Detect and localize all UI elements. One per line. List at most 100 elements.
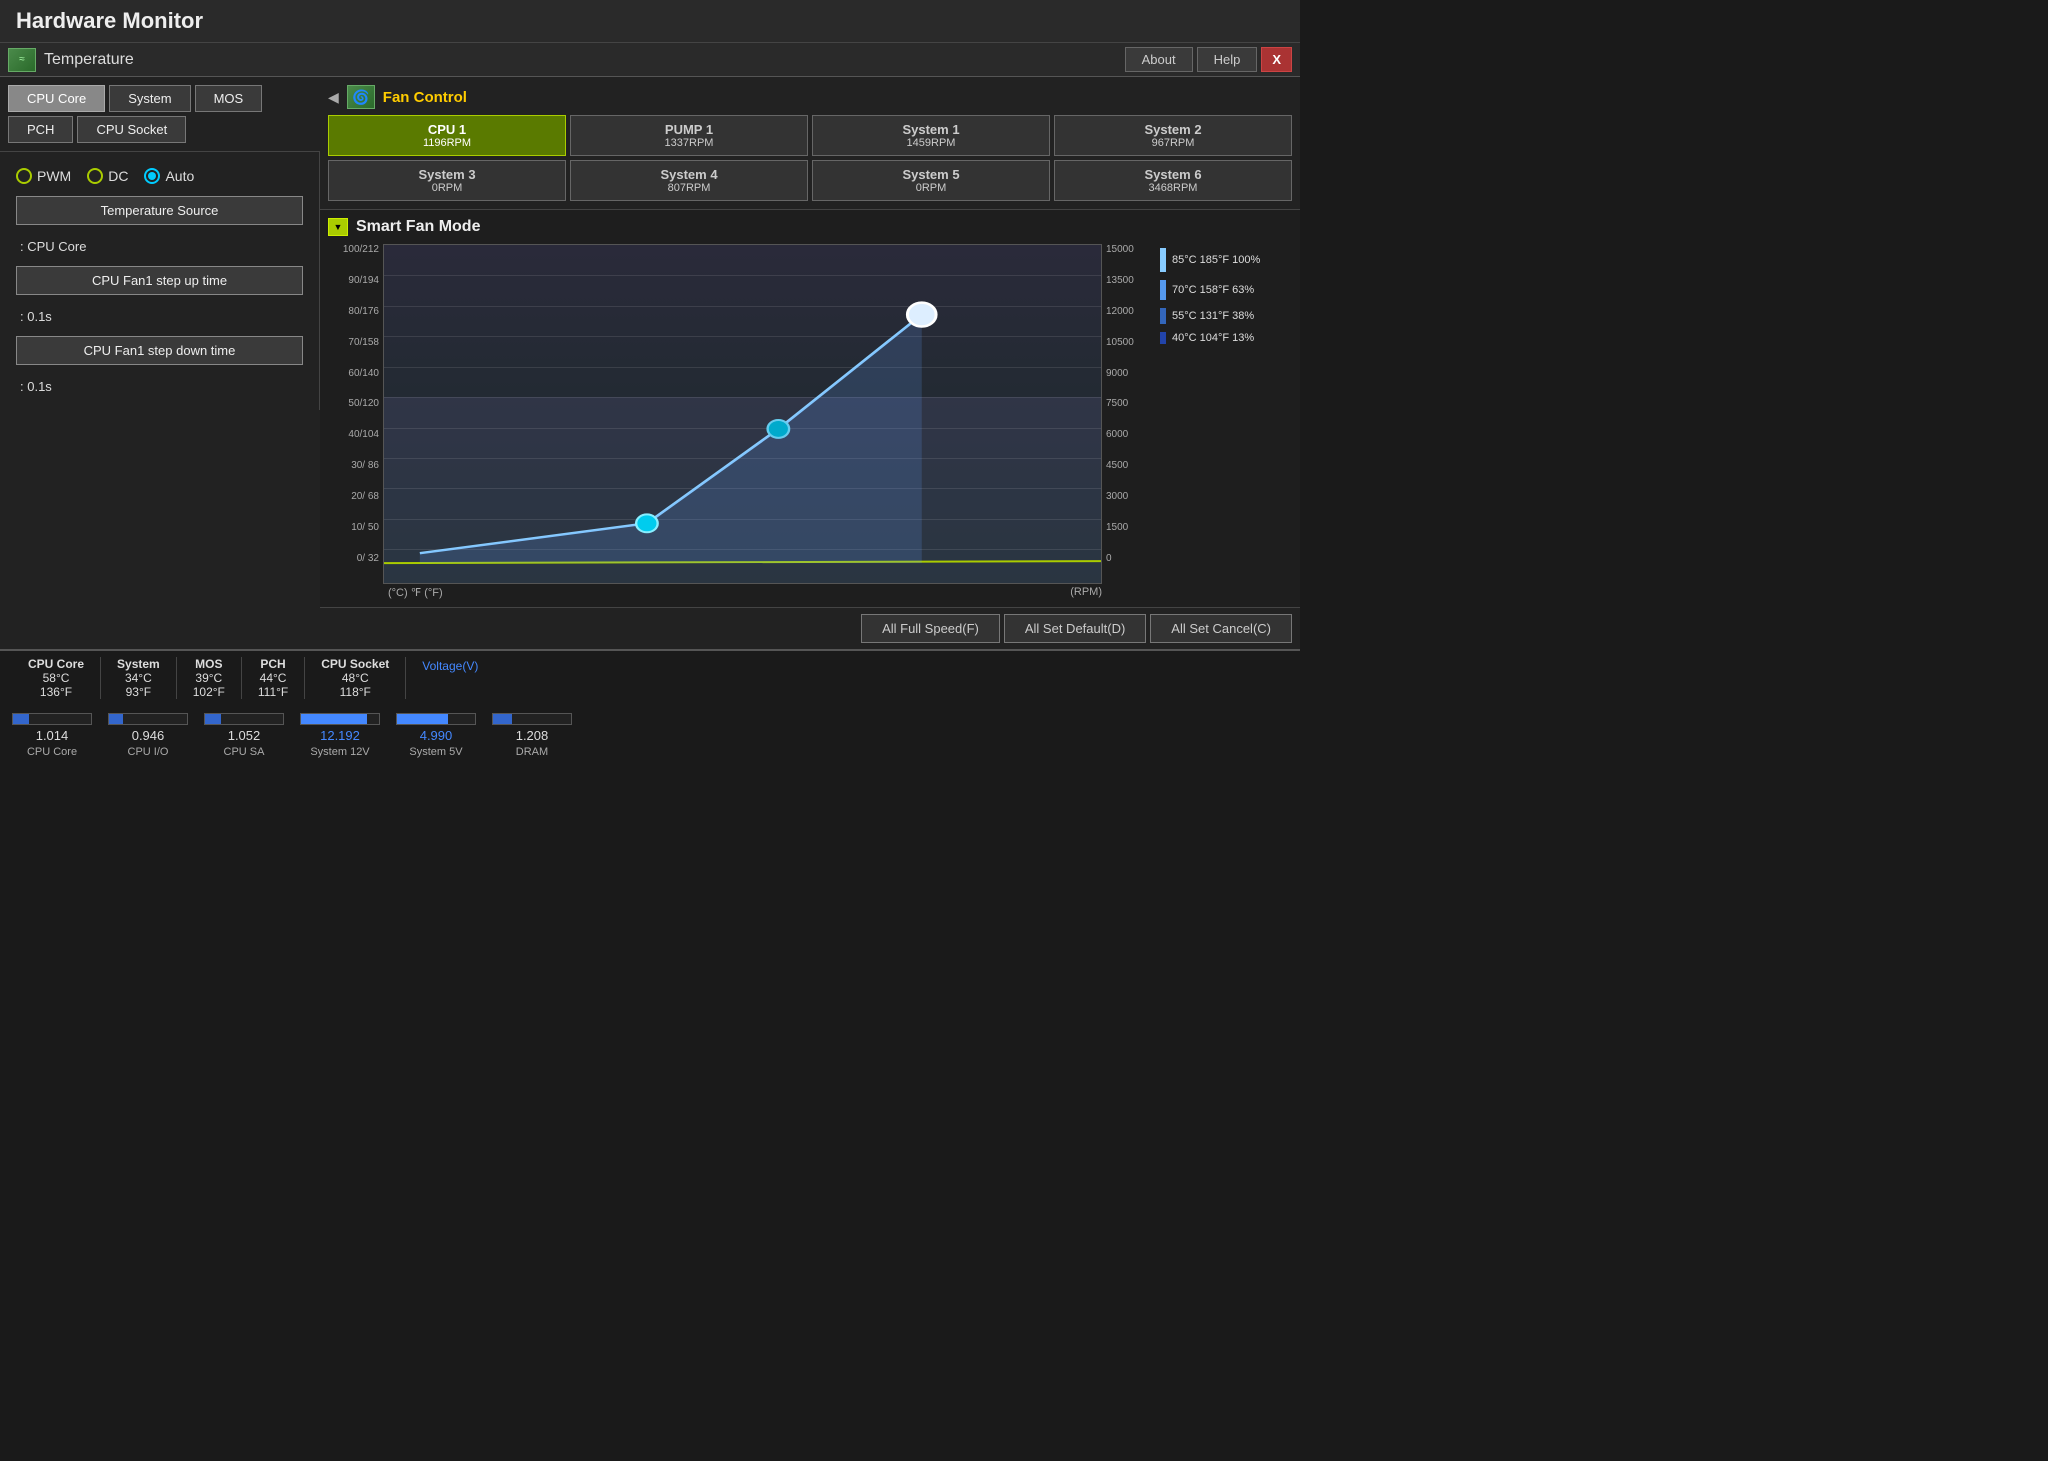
- volt-bar-cpu-sa: [204, 713, 284, 725]
- temp-btn-cpu-socket[interactable]: CPU Socket: [77, 116, 186, 143]
- status-system-name: System: [117, 657, 160, 671]
- all-full-speed-button[interactable]: All Full Speed(F): [861, 614, 1000, 643]
- right-panel: ▼ Smart Fan Mode 100/212 90/194 80/176 7…: [320, 210, 1300, 607]
- fan-btn-pump1[interactable]: PUMP 1 1337RPM: [570, 115, 808, 156]
- legend-bar-1: [1160, 248, 1166, 272]
- dc-radio[interactable]: DC: [87, 168, 128, 184]
- fan-nav-icon: 🌀: [347, 85, 375, 109]
- auto-radio[interactable]: Auto: [144, 168, 194, 184]
- temp-source-value: : CPU Core: [16, 237, 303, 254]
- step-up-value: : 0.1s: [16, 307, 303, 324]
- voltage-item-dram: 1.208 DRAM: [492, 713, 572, 758]
- fan-control-section: ◀ 🌀 Fan Control CPU 1 1196RPM PUMP 1 133…: [320, 77, 1300, 649]
- fan-btn-system2[interactable]: System 2 967RPM: [1054, 115, 1292, 156]
- dc-label: DC: [108, 168, 128, 184]
- status-item-cpu-socket: CPU Socket 48°C 118°F: [305, 657, 406, 699]
- fan-btn-system5[interactable]: System 5 0RPM: [812, 160, 1050, 201]
- voltage-item-system5v: 4.990 System 5V: [396, 713, 476, 758]
- pwm-row: PWM DC Auto: [16, 168, 303, 184]
- legend-area: 85°C 185°F 100% 70°C 158°F 63% 55°C 131°…: [1152, 244, 1292, 584]
- all-set-cancel-button[interactable]: All Set Cancel(C): [1150, 614, 1292, 643]
- legend-item-1: 85°C 185°F 100%: [1160, 248, 1292, 272]
- volt-name-system5v: System 5V: [409, 746, 462, 758]
- help-button[interactable]: Help: [1197, 47, 1258, 72]
- volt-bar-system5v: [396, 713, 476, 725]
- step-up-button[interactable]: CPU Fan1 step up time: [16, 266, 303, 295]
- status-mos-name: MOS: [195, 657, 222, 671]
- fan-btn-cpu1[interactable]: CPU 1 1196RPM: [328, 115, 566, 156]
- status-pch-celsius: 44°C: [260, 671, 287, 685]
- volt-bar-system12v: [300, 713, 380, 725]
- auto-label: Auto: [165, 168, 194, 184]
- voltage-item-cpu-io: 0.946 CPU I/O: [108, 713, 188, 758]
- chart-x-label: (°C) ℉ (°F) (RPM): [328, 584, 1292, 599]
- chart-container: 100/212 90/194 80/176 70/158 60/140 50/1…: [328, 244, 1292, 584]
- legend-bar-4: [1160, 332, 1166, 344]
- voltage-item-system12v: 12.192 System 12V: [300, 713, 380, 758]
- main-layout: CPU Core System MOS PCH CPU Socket PWM D…: [0, 77, 1300, 649]
- smart-fan-title: ▼ Smart Fan Mode: [328, 218, 1292, 236]
- status-pch-fahrenheit: 111°F: [258, 685, 288, 699]
- voltage-item-cpu-core: 1.014 CPU Core: [12, 713, 92, 758]
- temp-source-button[interactable]: Temperature Source: [16, 196, 303, 225]
- voltage-label-item: Voltage(V): [406, 657, 494, 699]
- section-icon: ≈: [8, 48, 36, 72]
- top-bar-left: ≈ Temperature: [8, 48, 134, 72]
- volt-value-dram: 1.208: [516, 728, 549, 743]
- status-item-system: System 34°C 93°F: [101, 657, 177, 699]
- temp-btn-system[interactable]: System: [109, 85, 190, 112]
- pwm-label: PWM: [37, 168, 71, 184]
- status-cpu-socket-fahrenheit: 118°F: [340, 685, 371, 699]
- fan-btn-system3[interactable]: System 3 0RPM: [328, 160, 566, 201]
- all-set-default-button[interactable]: All Set Default(D): [1004, 614, 1146, 643]
- dc-radio-circle: [87, 168, 103, 184]
- status-item-pch: PCH 44°C 111°F: [242, 657, 305, 699]
- pwm-radio[interactable]: PWM: [16, 168, 71, 184]
- title-bar: Hardware Monitor: [0, 0, 1300, 43]
- fan-btn-system1[interactable]: System 1 1459RPM: [812, 115, 1050, 156]
- status-system-celsius: 34°C: [125, 671, 152, 685]
- status-cpu-core-fahrenheit: 136°F: [40, 685, 72, 699]
- step-down-button[interactable]: CPU Fan1 step down time: [16, 336, 303, 365]
- volt-bar-cpu-io: [108, 713, 188, 725]
- volt-value-system5v: 4.990: [420, 728, 453, 743]
- action-buttons: All Full Speed(F) All Set Default(D) All…: [320, 607, 1300, 649]
- volt-name-system12v: System 12V: [310, 746, 369, 758]
- fan-curve-svg: [384, 245, 1101, 583]
- fan-btn-system6[interactable]: System 6 3468RPM: [1054, 160, 1292, 201]
- legend-bar-3: [1160, 308, 1166, 324]
- about-button[interactable]: About: [1125, 47, 1193, 72]
- status-cpu-core-name: CPU Core: [28, 657, 84, 671]
- pwm-radio-circle: [16, 168, 32, 184]
- fan-nav: ◀ 🌀 Fan Control: [328, 85, 1292, 109]
- volt-bar-cpu-core: [12, 713, 92, 725]
- legend-bar-2: [1160, 280, 1166, 300]
- temp-btn-mos[interactable]: MOS: [195, 85, 263, 112]
- status-cpu-core-celsius: 58°C: [43, 671, 70, 685]
- smart-fan-icon: ▼: [328, 218, 348, 236]
- legend-item-3: 55°C 131°F 38%: [1160, 308, 1292, 324]
- volt-value-cpu-sa: 1.052: [228, 728, 261, 743]
- close-button[interactable]: X: [1261, 47, 1292, 72]
- fan-selector: ◀ 🌀 Fan Control CPU 1 1196RPM PUMP 1 133…: [320, 77, 1300, 210]
- left-panel: PWM DC Auto Temperature Source : CPU Cor…: [0, 152, 320, 410]
- temp-btn-cpu-core[interactable]: CPU Core: [8, 85, 105, 112]
- app-title: Hardware Monitor: [16, 8, 203, 33]
- status-bar: CPU Core 58°C 136°F System 34°C 93°F MOS…: [0, 649, 1300, 705]
- chart-y-right: 15000 13500 12000 10500 9000 7500 6000 4…: [1102, 244, 1152, 584]
- volt-name-cpu-sa: CPU SA: [224, 746, 265, 758]
- volt-name-cpu-io: CPU I/O: [128, 746, 169, 758]
- left-top-combined: CPU Core System MOS PCH CPU Socket PWM D…: [0, 77, 320, 649]
- volt-value-cpu-io: 0.946: [132, 728, 165, 743]
- volt-value-system12v: 12.192: [320, 728, 360, 743]
- header-buttons: About Help X: [1125, 47, 1292, 72]
- temp-btn-pch[interactable]: PCH: [8, 116, 73, 143]
- chart-area[interactable]: [383, 244, 1102, 584]
- volt-name-dram: DRAM: [516, 746, 548, 758]
- status-cpu-socket-celsius: 48°C: [342, 671, 369, 685]
- voltage-section: 1.014 CPU Core 0.946 CPU I/O 1.052 CPU S…: [0, 705, 1300, 766]
- top-bar: ≈ Temperature About Help X: [0, 43, 1300, 77]
- status-pch-name: PCH: [260, 657, 285, 671]
- main-container: ≈ Temperature About Help X CPU Core Syst…: [0, 43, 1300, 766]
- fan-btn-system4[interactable]: System 4 807RPM: [570, 160, 808, 201]
